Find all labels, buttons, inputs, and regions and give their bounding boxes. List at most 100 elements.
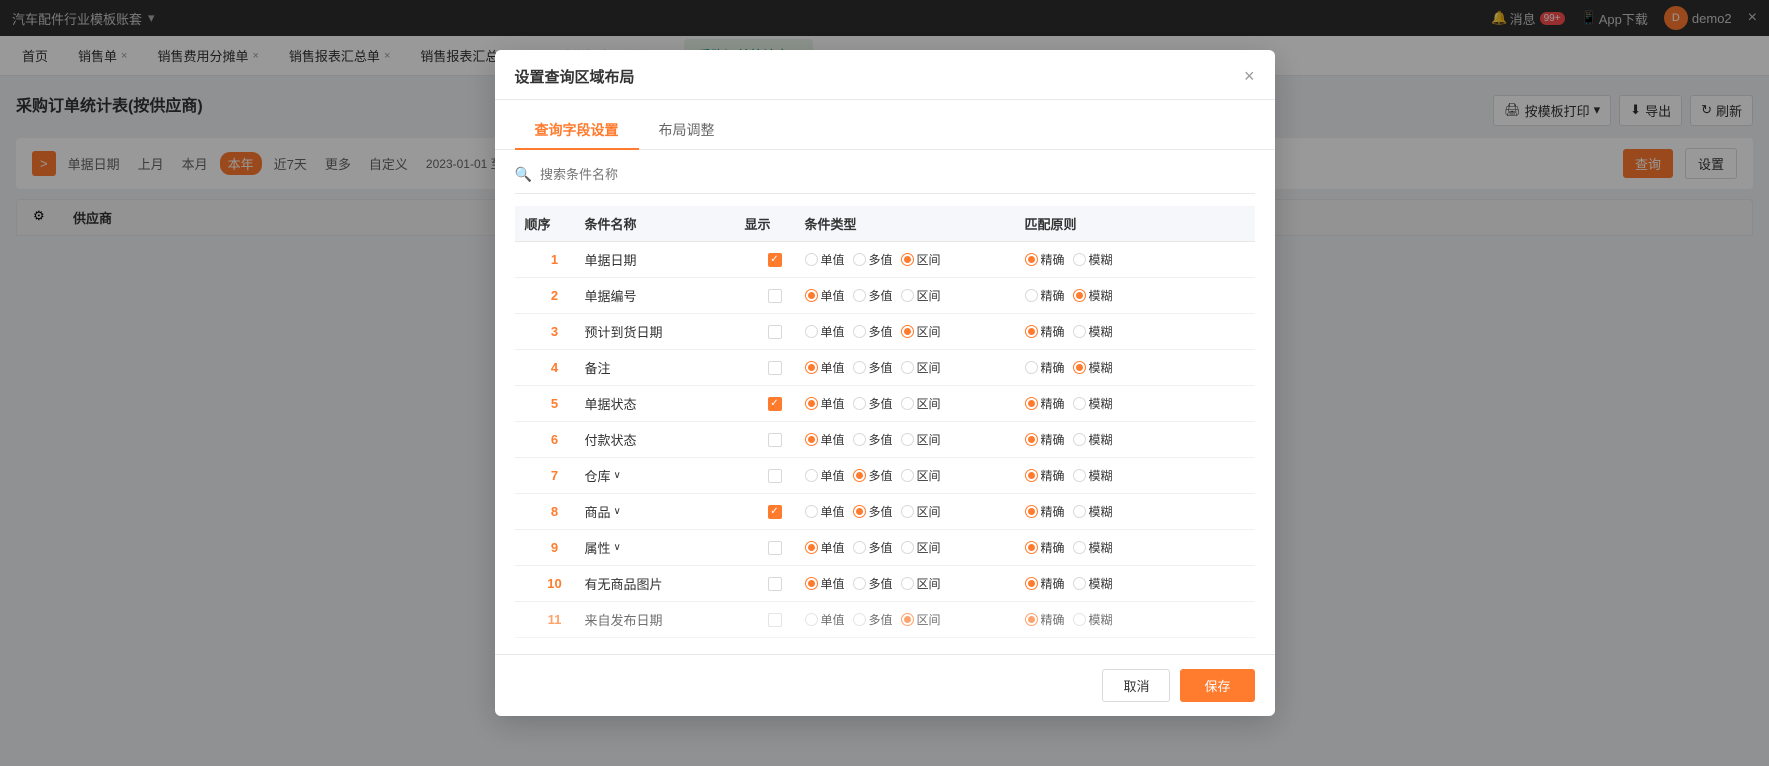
match-radio-group: 精确 模糊: [1025, 287, 1245, 304]
radio-circle: [1073, 577, 1086, 590]
row-check[interactable]: [745, 325, 805, 339]
type-radio-range[interactable]: 区间: [901, 431, 941, 448]
table-row: 7 仓库 ∨ 单值 多值 区间 精确 模糊: [515, 458, 1255, 494]
match-radio-fuzzy[interactable]: 模糊: [1073, 431, 1113, 448]
table-row: 1 单据日期 单值 多值 区间 精确 模糊: [515, 242, 1255, 278]
cancel-button[interactable]: 取消: [1102, 669, 1170, 702]
display-checkbox[interactable]: [768, 577, 782, 591]
match-radio-exact[interactable]: 精确: [1025, 395, 1065, 412]
type-radio-single[interactable]: 单值: [805, 395, 845, 412]
match-radio-exact[interactable]: 精确: [1025, 611, 1065, 628]
row-check[interactable]: [745, 253, 805, 267]
display-checkbox[interactable]: [768, 433, 782, 447]
type-radio-multi[interactable]: 多值: [853, 431, 893, 448]
type-radio-multi[interactable]: 多值: [853, 359, 893, 376]
type-radio-single[interactable]: 单值: [805, 503, 845, 520]
type-radio-range[interactable]: 区间: [901, 251, 941, 268]
type-radio-single[interactable]: 单值: [805, 287, 845, 304]
display-checkbox[interactable]: [768, 253, 782, 267]
type-radio-single[interactable]: 单值: [805, 575, 845, 592]
type-radio-multi[interactable]: 多值: [853, 503, 893, 520]
match-radio-exact[interactable]: 精确: [1025, 431, 1065, 448]
match-radio-group: 精确 模糊: [1025, 251, 1245, 268]
match-radio-group: 精确 模糊: [1025, 323, 1245, 340]
match-radio-fuzzy[interactable]: 模糊: [1073, 287, 1113, 304]
radio-circle: [901, 613, 914, 626]
match-radio-exact[interactable]: 精确: [1025, 467, 1065, 484]
row-check[interactable]: [745, 289, 805, 303]
row-check[interactable]: [745, 613, 805, 627]
match-radio-fuzzy[interactable]: 模糊: [1073, 467, 1113, 484]
type-radio-single[interactable]: 单值: [805, 611, 845, 628]
radio-circle: [853, 253, 866, 266]
row-check[interactable]: [745, 397, 805, 411]
display-checkbox[interactable]: [768, 541, 782, 555]
row-check[interactable]: [745, 505, 805, 519]
row-check[interactable]: [745, 361, 805, 375]
type-radio-range[interactable]: 区间: [901, 359, 941, 376]
row-check[interactable]: [745, 577, 805, 591]
type-radio-range[interactable]: 区间: [901, 575, 941, 592]
display-checkbox[interactable]: [768, 289, 782, 303]
display-checkbox[interactable]: [768, 397, 782, 411]
match-radio-fuzzy[interactable]: 模糊: [1073, 503, 1113, 520]
type-radio-group: 单值 多值 区间: [805, 503, 1025, 520]
radio-circle: [901, 397, 914, 410]
search-input[interactable]: [540, 167, 740, 182]
type-radio-range[interactable]: 区间: [901, 467, 941, 484]
modal-tab-query-fields[interactable]: 查询字段设置: [515, 112, 639, 150]
match-radio-exact[interactable]: 精确: [1025, 323, 1065, 340]
display-checkbox[interactable]: [768, 325, 782, 339]
display-checkbox[interactable]: [768, 505, 782, 519]
type-radio-multi[interactable]: 多值: [853, 611, 893, 628]
match-radio-fuzzy[interactable]: 模糊: [1073, 395, 1113, 412]
type-radio-multi[interactable]: 多值: [853, 323, 893, 340]
row-num: 1: [525, 252, 585, 267]
match-radio-fuzzy[interactable]: 模糊: [1073, 251, 1113, 268]
type-radio-range[interactable]: 区间: [901, 539, 941, 556]
row-check[interactable]: [745, 433, 805, 447]
type-radio-range[interactable]: 区间: [901, 323, 941, 340]
display-checkbox[interactable]: [768, 613, 782, 627]
match-radio-fuzzy[interactable]: 模糊: [1073, 359, 1113, 376]
type-radio-range[interactable]: 区间: [901, 395, 941, 412]
type-radio-single[interactable]: 单值: [805, 323, 845, 340]
type-radio-single[interactable]: 单值: [805, 467, 845, 484]
modal-close-button[interactable]: ×: [1244, 66, 1255, 87]
type-radio-single[interactable]: 单值: [805, 431, 845, 448]
type-radio-multi[interactable]: 多值: [853, 251, 893, 268]
display-checkbox[interactable]: [768, 469, 782, 483]
match-radio-exact[interactable]: 精确: [1025, 359, 1065, 376]
row-check[interactable]: [745, 469, 805, 483]
modal-tab-layout[interactable]: 布局调整: [639, 112, 735, 150]
match-radio-exact[interactable]: 精确: [1025, 503, 1065, 520]
type-radio-single[interactable]: 单值: [805, 251, 845, 268]
row-name: 商品 ∨: [585, 502, 745, 521]
type-radio-multi[interactable]: 多值: [853, 539, 893, 556]
match-radio-fuzzy[interactable]: 模糊: [1073, 323, 1113, 340]
row-name: 付款状态: [585, 430, 745, 449]
type-radio-single[interactable]: 单值: [805, 359, 845, 376]
row-check[interactable]: [745, 541, 805, 555]
row-num: 9: [525, 540, 585, 555]
match-radio-fuzzy[interactable]: 模糊: [1073, 611, 1113, 628]
type-radio-multi[interactable]: 多值: [853, 395, 893, 412]
display-checkbox[interactable]: [768, 361, 782, 375]
match-radio-exact[interactable]: 精确: [1025, 575, 1065, 592]
type-radio-multi[interactable]: 多值: [853, 467, 893, 484]
type-radio-multi[interactable]: 多值: [853, 575, 893, 592]
match-radio-exact[interactable]: 精确: [1025, 287, 1065, 304]
match-radio-fuzzy[interactable]: 模糊: [1073, 575, 1113, 592]
type-radio-range[interactable]: 区间: [901, 503, 941, 520]
type-radio-single[interactable]: 单值: [805, 539, 845, 556]
match-radio-fuzzy[interactable]: 模糊: [1073, 539, 1113, 556]
type-radio-range[interactable]: 区间: [901, 611, 941, 628]
save-button[interactable]: 保存: [1180, 669, 1254, 702]
match-radio-exact[interactable]: 精确: [1025, 251, 1065, 268]
match-radio-exact[interactable]: 精确: [1025, 539, 1065, 556]
type-radio-multi[interactable]: 多值: [853, 287, 893, 304]
radio-circle: [853, 577, 866, 590]
type-radio-range[interactable]: 区间: [901, 287, 941, 304]
radio-circle: [853, 289, 866, 302]
radio-circle: [805, 289, 818, 302]
